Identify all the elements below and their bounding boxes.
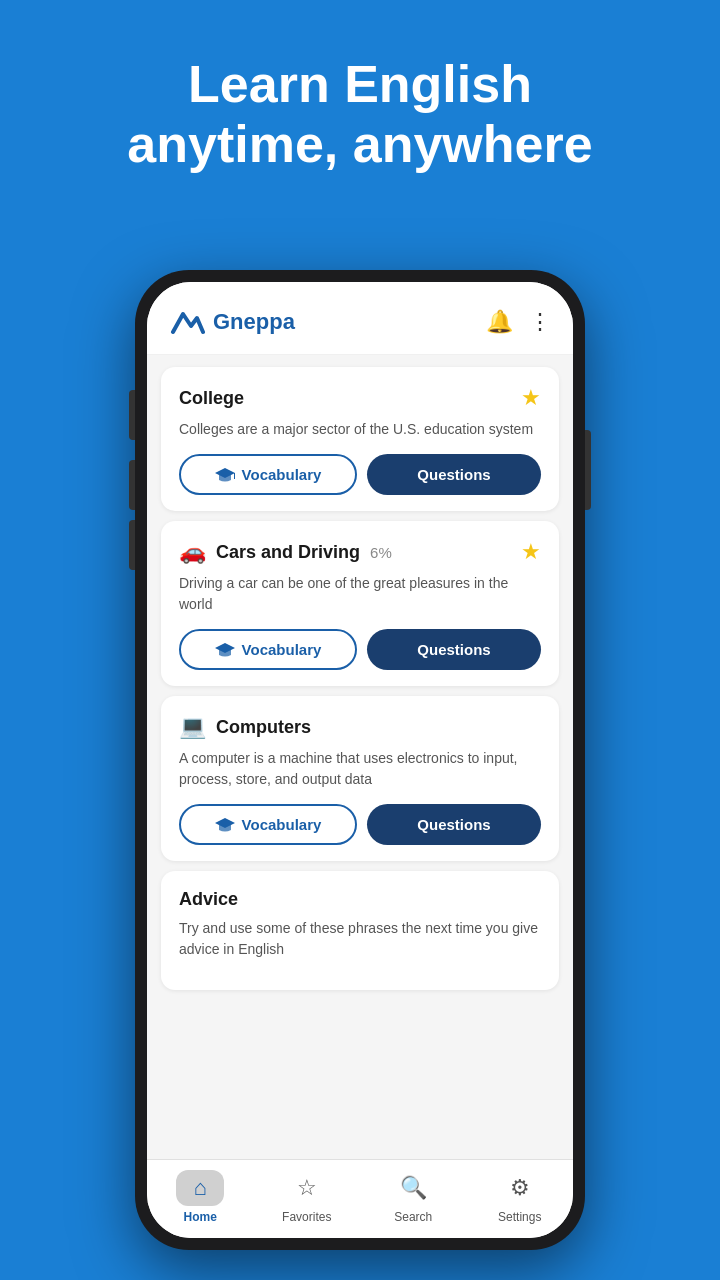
- nav-item-home[interactable]: ⌂ Home: [147, 1170, 254, 1224]
- logo-area: Gneppa: [169, 304, 486, 340]
- phone-shell: Gneppa 🔔 ⋮ College ★ Colleg: [135, 270, 585, 1250]
- nav-search-bg: 🔍: [389, 1170, 437, 1206]
- card-title-college: College: [179, 388, 244, 409]
- grad-hat-icon-cars: [215, 642, 235, 658]
- card-title-advice: Advice: [179, 889, 238, 910]
- card-buttons-college: Vocabulary Questions: [179, 454, 541, 495]
- nav-label-home: Home: [184, 1210, 217, 1224]
- settings-nav-icon: ⚙: [510, 1175, 530, 1201]
- card-title-cars: Cars and Driving: [216, 542, 360, 563]
- topic-card-computers: 💻 Computers A computer is a machine that…: [161, 696, 559, 861]
- vocab-button-college[interactable]: Vocabulary: [179, 454, 357, 495]
- questions-button-college[interactable]: Questions: [367, 454, 541, 495]
- questions-button-cars[interactable]: Questions: [367, 629, 541, 670]
- nav-item-favorites[interactable]: ☆ Favorites: [254, 1170, 361, 1224]
- phone-screen: Gneppa 🔔 ⋮ College ★ Colleg: [147, 282, 573, 1238]
- search-nav-icon: 🔍: [400, 1175, 427, 1201]
- nav-favorites-bg: ☆: [283, 1170, 331, 1206]
- bell-icon[interactable]: 🔔: [486, 309, 513, 335]
- nav-home-bg: ⌂: [176, 1170, 224, 1206]
- nav-label-settings: Settings: [498, 1210, 541, 1224]
- questions-button-computers[interactable]: Questions: [367, 804, 541, 845]
- hero-line1: Learn English: [188, 55, 532, 113]
- card-title-row-advice: Advice: [179, 889, 238, 910]
- computer-icon: 💻: [179, 714, 206, 740]
- card-title-row-college: College: [179, 388, 244, 409]
- nav-item-settings[interactable]: ⚙ Settings: [467, 1170, 574, 1224]
- grad-hat-icon-computers: [215, 817, 235, 833]
- star-college[interactable]: ★: [521, 385, 541, 411]
- vocab-button-computers[interactable]: Vocabulary: [179, 804, 357, 845]
- phone-mockup: Gneppa 🔔 ⋮ College ★ Colleg: [135, 270, 585, 1250]
- star-nav-icon: ☆: [297, 1175, 317, 1201]
- card-title-row-computers: 💻 Computers: [179, 714, 311, 740]
- card-desc-cars: Driving a car can be one of the great pl…: [179, 573, 541, 615]
- card-buttons-cars: Vocabulary Questions: [179, 629, 541, 670]
- app-logo-icon: [169, 304, 205, 340]
- more-icon[interactable]: ⋮: [529, 309, 551, 335]
- card-header-computers: 💻 Computers: [179, 714, 541, 740]
- hero-text: Learn English anytime, anywhere: [0, 0, 720, 175]
- card-desc-computers: A computer is a machine that uses electr…: [179, 748, 541, 790]
- card-header-advice: Advice: [179, 889, 541, 910]
- app-name: Gneppa: [213, 309, 295, 335]
- card-title-row-cars: 🚗 Cars and Driving 6%: [179, 539, 392, 565]
- nav-settings-bg: ⚙: [496, 1170, 544, 1206]
- card-header-cars: 🚗 Cars and Driving 6% ★: [179, 539, 541, 565]
- header-actions: 🔔 ⋮: [486, 309, 551, 335]
- card-percent-cars: 6%: [370, 544, 392, 561]
- hero-line2: anytime, anywhere: [127, 115, 592, 173]
- card-header-college: College ★: [179, 385, 541, 411]
- car-icon: 🚗: [179, 539, 206, 565]
- nav-item-search[interactable]: 🔍 Search: [360, 1170, 467, 1224]
- topic-card-college: College ★ Colleges are a major sector of…: [161, 367, 559, 511]
- topic-card-cars: 🚗 Cars and Driving 6% ★ Driving a car ca…: [161, 521, 559, 686]
- nav-label-favorites: Favorites: [282, 1210, 331, 1224]
- card-title-computers: Computers: [216, 717, 311, 738]
- nav-label-search: Search: [394, 1210, 432, 1224]
- card-desc-advice: Try and use some of these phrases the ne…: [179, 918, 541, 960]
- star-cars[interactable]: ★: [521, 539, 541, 565]
- card-buttons-computers: Vocabulary Questions: [179, 804, 541, 845]
- grad-hat-icon: [215, 467, 235, 483]
- app-header: Gneppa 🔔 ⋮: [147, 282, 573, 355]
- topic-card-advice: Advice Try and use some of these phrases…: [161, 871, 559, 990]
- home-icon: ⌂: [194, 1175, 207, 1201]
- bottom-nav: ⌂ Home ☆ Favorites 🔍 Search: [147, 1159, 573, 1238]
- vocab-button-cars[interactable]: Vocabulary: [179, 629, 357, 670]
- topic-list: College ★ Colleges are a major sector of…: [147, 355, 573, 1159]
- card-desc-college: Colleges are a major sector of the U.S. …: [179, 419, 541, 440]
